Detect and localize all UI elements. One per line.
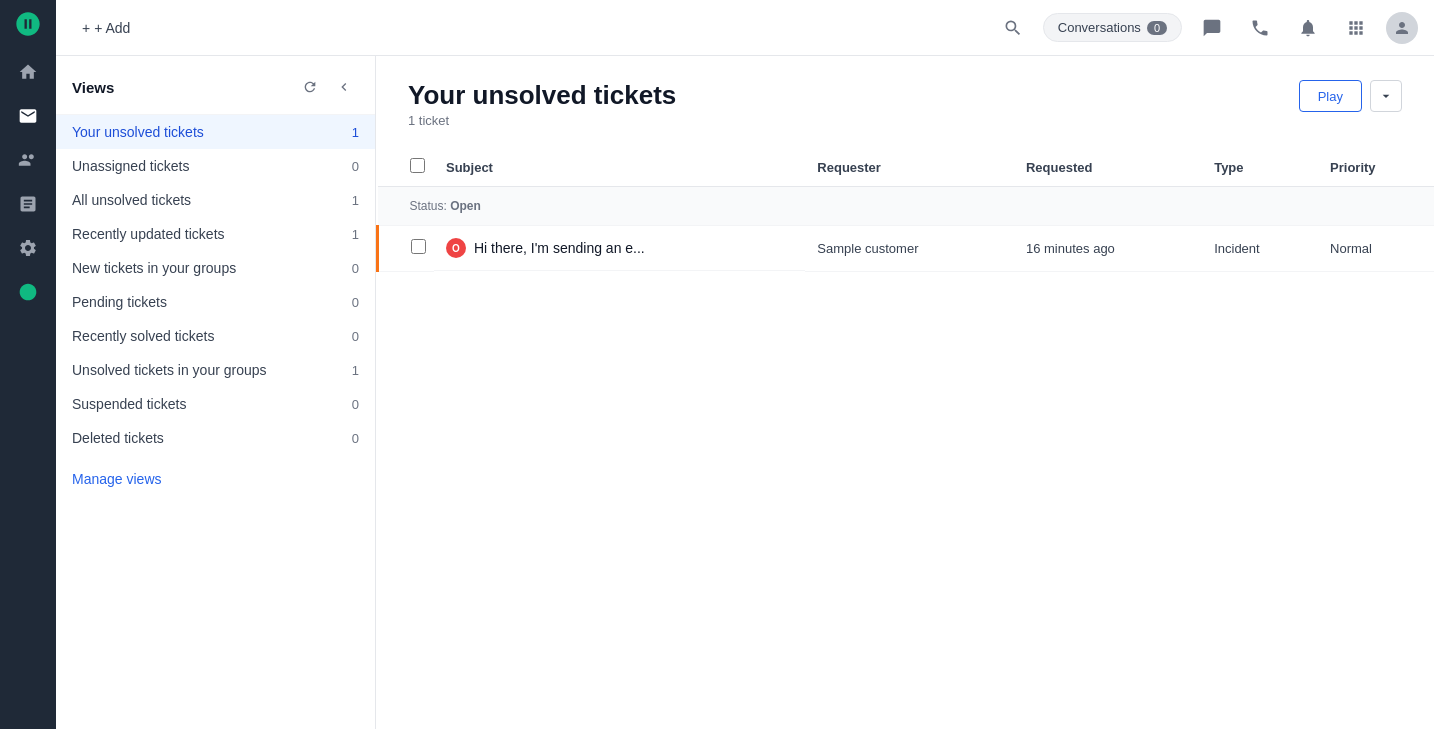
view-item-label: Unassigned tickets xyxy=(72,158,339,174)
sidebar-actions xyxy=(295,72,359,102)
col-requested-header: Requested xyxy=(1014,148,1202,187)
row-type-cell: Incident xyxy=(1202,226,1318,272)
view-item-label: Recently solved tickets xyxy=(72,328,339,344)
col-subject-header: Subject xyxy=(434,148,805,187)
content-area: Views Your unsolved tickets1Unassigned t… xyxy=(56,56,1434,729)
row-requester-cell: Sample customer xyxy=(805,226,1014,272)
row-checkbox-cell xyxy=(378,226,435,272)
nav-home-icon[interactable] xyxy=(8,52,48,92)
sidebar-view-item-4[interactable]: New tickets in your groups0 xyxy=(56,251,375,285)
col-priority-header: Priority xyxy=(1318,148,1434,187)
sidebar-view-item-3[interactable]: Recently updated tickets1 xyxy=(56,217,375,251)
sidebar-view-item-2[interactable]: All unsolved tickets1 xyxy=(56,183,375,217)
add-button[interactable]: + + Add xyxy=(72,14,140,42)
dropdown-button[interactable] xyxy=(1370,80,1402,112)
logo-icon xyxy=(12,8,44,40)
sidebar-header: Views xyxy=(56,56,375,115)
conversations-button[interactable]: Conversations 0 xyxy=(1043,13,1182,42)
sidebar-view-item-5[interactable]: Pending tickets0 xyxy=(56,285,375,319)
status-group-row: Status: Open xyxy=(378,187,1435,226)
view-item-count: 1 xyxy=(339,125,359,140)
page-title: Your unsolved tickets xyxy=(408,80,676,111)
view-item-count: 0 xyxy=(339,397,359,412)
topbar: + + Add Conversations 0 xyxy=(56,0,1434,56)
view-item-label: Your unsolved tickets xyxy=(72,124,339,140)
view-item-label: All unsolved tickets xyxy=(72,192,339,208)
ticket-count: 1 ticket xyxy=(408,113,676,128)
phone-icon-button[interactable] xyxy=(1242,10,1278,46)
table-row[interactable]: O Hi there, I'm sending an e... Sample c… xyxy=(378,226,1435,272)
status-group-label: Status: Open xyxy=(378,187,1435,226)
collapse-sidebar-button[interactable] xyxy=(329,72,359,102)
main-header-actions: Play xyxy=(1299,80,1402,112)
ticket-tbody: Status: Open O Hi there, I'm sending an … xyxy=(378,187,1435,272)
view-item-count: 0 xyxy=(339,329,359,344)
ticket-status-dot: O xyxy=(446,238,466,258)
row-subject-cell: O Hi there, I'm sending an e... xyxy=(434,226,805,271)
row-priority-cell: Normal xyxy=(1318,226,1434,272)
view-item-label: Deleted tickets xyxy=(72,430,339,446)
nav-settings-icon[interactable] xyxy=(8,228,48,268)
main-panel: Your unsolved tickets 1 ticket Play Subj… xyxy=(376,56,1434,729)
nav-reports-icon[interactable] xyxy=(8,184,48,224)
nav-tickets-icon[interactable] xyxy=(8,96,48,136)
view-item-count: 1 xyxy=(339,363,359,378)
sidebar-view-item-6[interactable]: Recently solved tickets0 xyxy=(56,319,375,353)
sidebar-view-item-9[interactable]: Deleted tickets0 xyxy=(56,421,375,455)
sidebar-title: Views xyxy=(72,79,114,96)
ticket-table: Subject Requester Requested Type Priorit… xyxy=(376,148,1434,729)
sidebar-view-item-0[interactable]: Your unsolved tickets1 xyxy=(56,115,375,149)
add-label: + Add xyxy=(94,20,130,36)
nav-contacts-icon[interactable] xyxy=(8,140,48,180)
view-item-count: 1 xyxy=(339,193,359,208)
row-checkbox[interactable] xyxy=(411,239,426,254)
col-type-header: Type xyxy=(1202,148,1318,187)
ticket-subject: Hi there, I'm sending an e... xyxy=(474,240,645,256)
sidebar-view-item-1[interactable]: Unassigned tickets0 xyxy=(56,149,375,183)
view-item-count: 0 xyxy=(339,261,359,276)
select-all-checkbox[interactable] xyxy=(410,158,425,173)
view-item-label: Unsolved tickets in your groups xyxy=(72,362,339,378)
sidebar: Views Your unsolved tickets1Unassigned t… xyxy=(56,56,376,729)
tickets-table: Subject Requester Requested Type Priorit… xyxy=(376,148,1434,272)
nav-rail xyxy=(0,0,56,729)
main-title-group: Your unsolved tickets 1 ticket xyxy=(408,80,676,128)
apps-icon-button[interactable] xyxy=(1338,10,1374,46)
view-item-count: 0 xyxy=(339,431,359,446)
sidebar-view-item-8[interactable]: Suspended tickets0 xyxy=(56,387,375,421)
view-item-count: 1 xyxy=(339,227,359,242)
col-requester-header: Requester xyxy=(805,148,1014,187)
view-item-label: Pending tickets xyxy=(72,294,339,310)
refresh-button[interactable] xyxy=(295,72,325,102)
sidebar-view-item-7[interactable]: Unsolved tickets in your groups1 xyxy=(56,353,375,387)
chat-icon-button[interactable] xyxy=(1194,10,1230,46)
row-requested-cell: 16 minutes ago xyxy=(1014,226,1202,272)
notifications-icon-button[interactable] xyxy=(1290,10,1326,46)
views-list: Your unsolved tickets1Unassigned tickets… xyxy=(56,115,375,455)
view-item-count: 0 xyxy=(339,295,359,310)
add-plus-icon: + xyxy=(82,20,90,36)
user-avatar[interactable] xyxy=(1386,12,1418,44)
view-item-label: New tickets in your groups xyxy=(72,260,339,276)
main-header: Your unsolved tickets 1 ticket Play xyxy=(376,56,1434,128)
view-item-label: Suspended tickets xyxy=(72,396,339,412)
app-body: + + Add Conversations 0 View xyxy=(56,0,1434,729)
search-button[interactable] xyxy=(995,10,1031,46)
play-button[interactable]: Play xyxy=(1299,80,1362,112)
conversations-count: 0 xyxy=(1147,21,1167,35)
view-item-label: Recently updated tickets xyxy=(72,226,339,242)
conversations-label: Conversations xyxy=(1058,20,1141,35)
manage-views-link[interactable]: Manage views xyxy=(56,455,375,503)
view-item-count: 0 xyxy=(339,159,359,174)
nav-zendesk-icon xyxy=(8,272,48,312)
